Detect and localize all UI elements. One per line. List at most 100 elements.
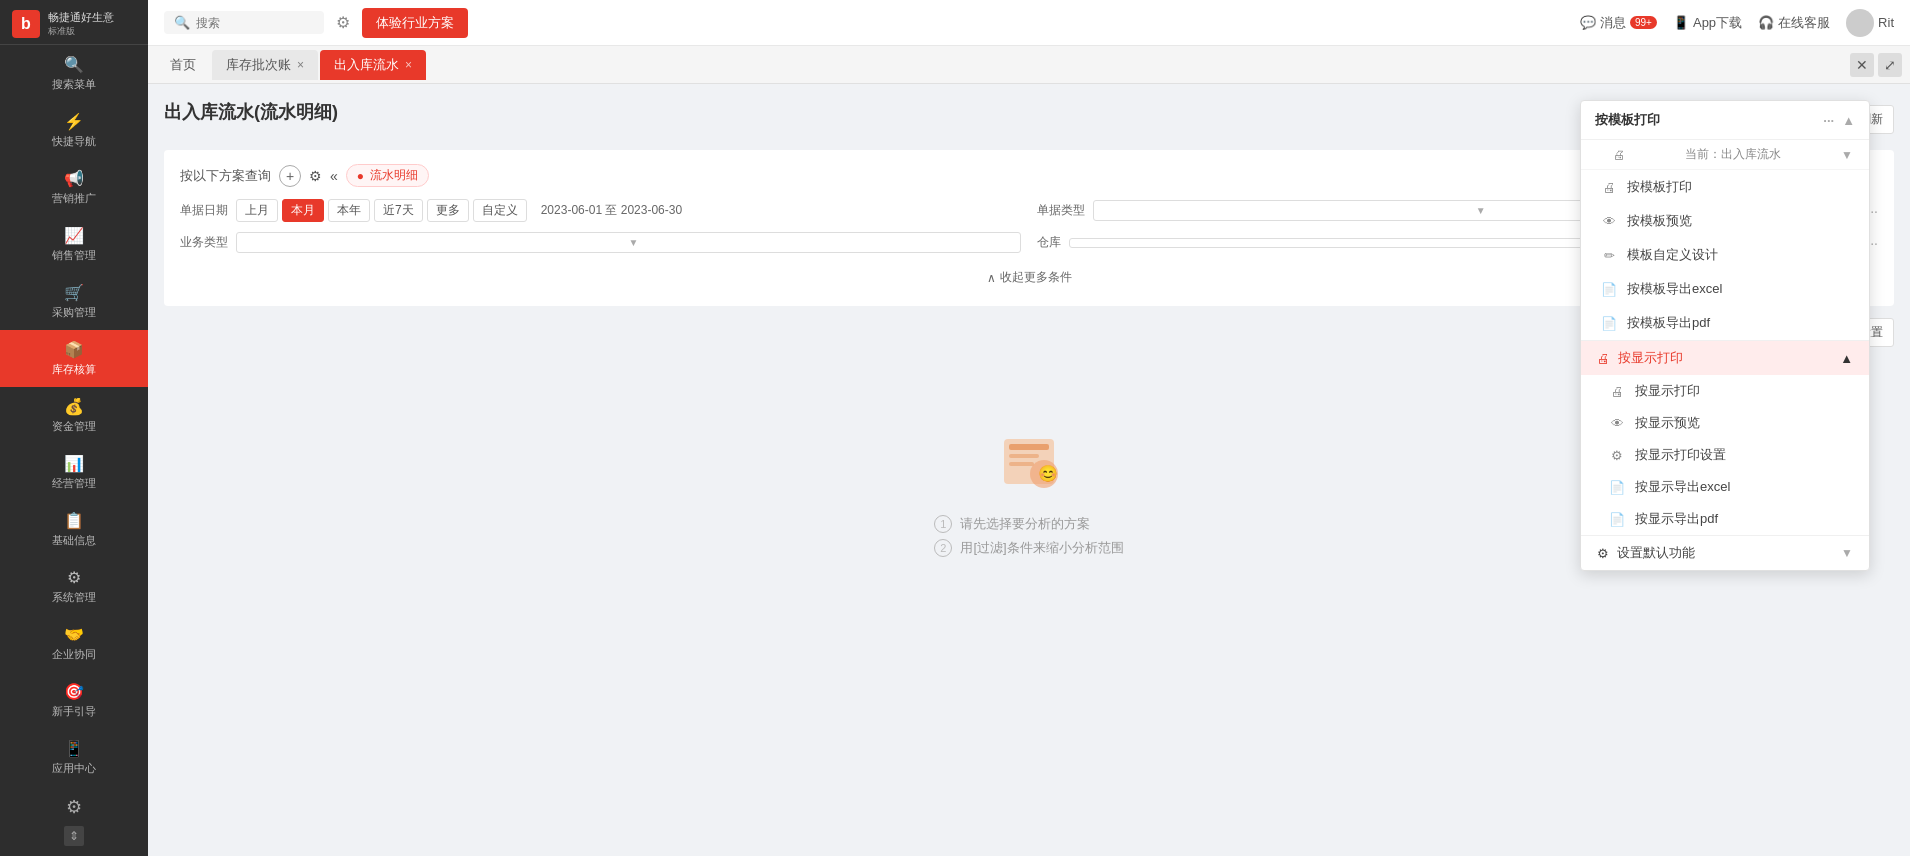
date-btn-current-year[interactable]: 本年 [328,199,370,222]
dropdown-header: 按模板打印 ··· ▲ [1581,101,1869,140]
display-pdf-label: 按显示导出pdf [1635,510,1718,528]
sidebar-item-finance[interactable]: 💰 资金管理 [0,387,148,444]
sidebar-item-guide[interactable]: 🎯 新手引导 [0,672,148,729]
current-arrow[interactable]: ▼ [1841,148,1853,162]
sidebar-item-purchase[interactable]: 🛒 采购管理 [0,273,148,330]
dropdown-template-custom[interactable]: ✏ 模板自定义设计 [1581,238,1869,272]
filter-business-label: 业务类型 [180,234,228,251]
tab-bar-right: ✕ ⤢ [1850,53,1902,77]
dropdown-template-excel[interactable]: 📄 按模板导出excel [1581,272,1869,306]
headset-icon: 🎧 [1758,15,1774,30]
dropdown-display-pdf[interactable]: 📄 按显示导出pdf [1581,503,1869,535]
quick-nav-icon: ⚡ [64,112,84,131]
user-name: Rit [1878,15,1894,30]
user-avatar-area[interactable]: Rit [1846,9,1894,37]
sidebar-item-system[interactable]: ⚙ 系统管理 [0,558,148,615]
settings-icon[interactable]: ⚙ [66,796,82,818]
dropdown-more-icon[interactable]: ··· [1823,113,1834,128]
excel-display-icon: 📄 [1609,479,1625,495]
pdf-display-icon: 📄 [1609,511,1625,527]
date-btn-last7[interactable]: 近7天 [374,199,423,222]
sidebar-item-apps[interactable]: 📱 应用中心 [0,729,148,786]
date-buttons: 上月 本月 本年 近7天 更多 自定义 [236,199,527,222]
sidebar-item-basics[interactable]: 📋 基础信息 [0,501,148,558]
date-btn-custom[interactable]: 自定义 [473,199,527,222]
tab-close-all-btn[interactable]: ✕ [1850,53,1874,77]
current-label: 当前：出入库流水 [1685,146,1781,163]
sidebar-nav: 🔍 搜索菜单 ⚡ 快捷导航 📢 营销推广 📈 销售管理 🛒 采购管理 📦 库存核… [0,45,148,786]
topbar-gear-icon[interactable]: ⚙ [336,13,350,32]
sidebar-item-inventory[interactable]: 📦 库存核算 [0,330,148,387]
dropdown-display-print[interactable]: 🖨 按显示打印 [1581,375,1869,407]
message-icon: 💬 [1580,15,1596,30]
filter-business-select[interactable]: ▼ [236,232,1021,253]
display-excel-label: 按显示导出excel [1635,478,1730,496]
topbar-right: 💬 消息 99+ 📱 App下载 🎧 在线客服 Rit [1580,9,1894,37]
dropdown-title: 按模板打印 [1595,111,1660,129]
tab-home-label: 首页 [170,56,196,74]
display-section-header[interactable]: 🖨 按显示打印 ▲ [1581,341,1869,375]
template-print-label: 按模板打印 [1627,178,1692,196]
filter-voucher-label: 单据类型 [1037,202,1085,219]
display-section-label: 按显示打印 [1618,349,1683,367]
empty-step-2: 2 用[过滤]条件来缩小分析范围 [934,539,1123,557]
filter-settings-icon[interactable]: ⚙ [309,168,322,184]
current-icon: 🖨 [1613,148,1625,162]
tab-flow[interactable]: 出入库流水 × [320,50,426,80]
sidebar-item-label-quick-nav: 快捷导航 [52,134,96,149]
sidebar-item-label-system: 系统管理 [52,590,96,605]
date-btn-prev-month[interactable]: 上月 [236,199,278,222]
tab-batch-close[interactable]: × [297,58,304,72]
sidebar-scroll-btn[interactable]: ⇕ [64,826,84,846]
dropdown-footer[interactable]: ⚙ 设置默认功能 ▼ [1581,535,1869,570]
industry-btn[interactable]: 体验行业方案 [362,8,468,38]
search-input[interactable] [196,16,296,30]
display-section-title: 🖨 按显示打印 [1597,349,1683,367]
system-icon: ⚙ [67,568,81,587]
svg-rect-2 [1009,454,1039,458]
basics-icon: 📋 [64,511,84,530]
sidebar-item-sales[interactable]: 📈 销售管理 [0,216,148,273]
sidebar-item-quick-nav[interactable]: ⚡ 快捷导航 [0,102,148,159]
tab-batch[interactable]: 库存批次账 × [212,50,318,80]
dropdown-template-pdf[interactable]: 📄 按模板导出pdf [1581,306,1869,340]
step-1-text: 请先选择要分析的方案 [960,515,1090,533]
dropdown-display-preview[interactable]: 👁 按显示预览 [1581,407,1869,439]
dropdown-display-excel[interactable]: 📄 按显示导出excel [1581,471,1869,503]
online-service-btn[interactable]: 🎧 在线客服 [1758,14,1830,32]
filter-add-btn[interactable]: + [279,165,301,187]
date-btn-current-month[interactable]: 本月 [282,199,324,222]
dropdown-template-preview[interactable]: 👁 按模板预览 [1581,204,1869,238]
dropdown-display-settings[interactable]: ⚙ 按显示打印设置 [1581,439,1869,471]
date-btn-more[interactable]: 更多 [427,199,469,222]
excel-template-icon: 📄 [1601,281,1617,297]
sidebar-item-collab[interactable]: 🤝 企业协同 [0,615,148,672]
collapse-icon: ∧ [987,271,996,285]
display-section: 🖨 按显示打印 ▲ 🖨 按显示打印 👁 按显示预览 ⚙ 按显示打印设置 📄 按显… [1581,341,1869,535]
tab-batch-label: 库存批次账 [226,56,291,74]
tab-flow-close[interactable]: × [405,58,412,72]
tab-home[interactable]: 首页 [156,50,210,80]
display-preview-label: 按显示预览 [1635,414,1700,432]
sidebar-item-search[interactable]: 🔍 搜索菜单 [0,45,148,102]
template-excel-label: 按模板导出excel [1627,280,1722,298]
filter-date-label: 单据日期 [180,202,228,219]
finance-icon: 💰 [64,397,84,416]
step-num-1: 1 [934,515,952,533]
sidebar-item-label-guide: 新手引导 [52,704,96,719]
tab-expand-btn[interactable]: ⤢ [1878,53,1902,77]
dropdown-arrow-up[interactable]: ▲ [1842,113,1855,128]
app-download-btn[interactable]: 📱 App下载 [1673,14,1742,32]
filter-warehouse-label: 仓库 [1037,234,1061,251]
page-title: 出入库流水(流水明细) [164,100,338,124]
search-icon: 🔍 [174,15,190,30]
message-btn[interactable]: 💬 消息 99+ [1580,14,1657,32]
display-print-label: 按显示打印 [1635,382,1700,400]
sidebar-item-operations[interactable]: 📊 经营管理 [0,444,148,501]
display-settings-label: 按显示打印设置 [1635,446,1726,464]
filter-collapse-icon[interactable]: « [330,168,338,184]
app-logo-icon: b [12,10,40,38]
sidebar-item-marketing[interactable]: 📢 营销推广 [0,159,148,216]
dropdown-template-print[interactable]: 🖨 按模板打印 [1581,170,1869,204]
svg-rect-3 [1009,462,1034,466]
